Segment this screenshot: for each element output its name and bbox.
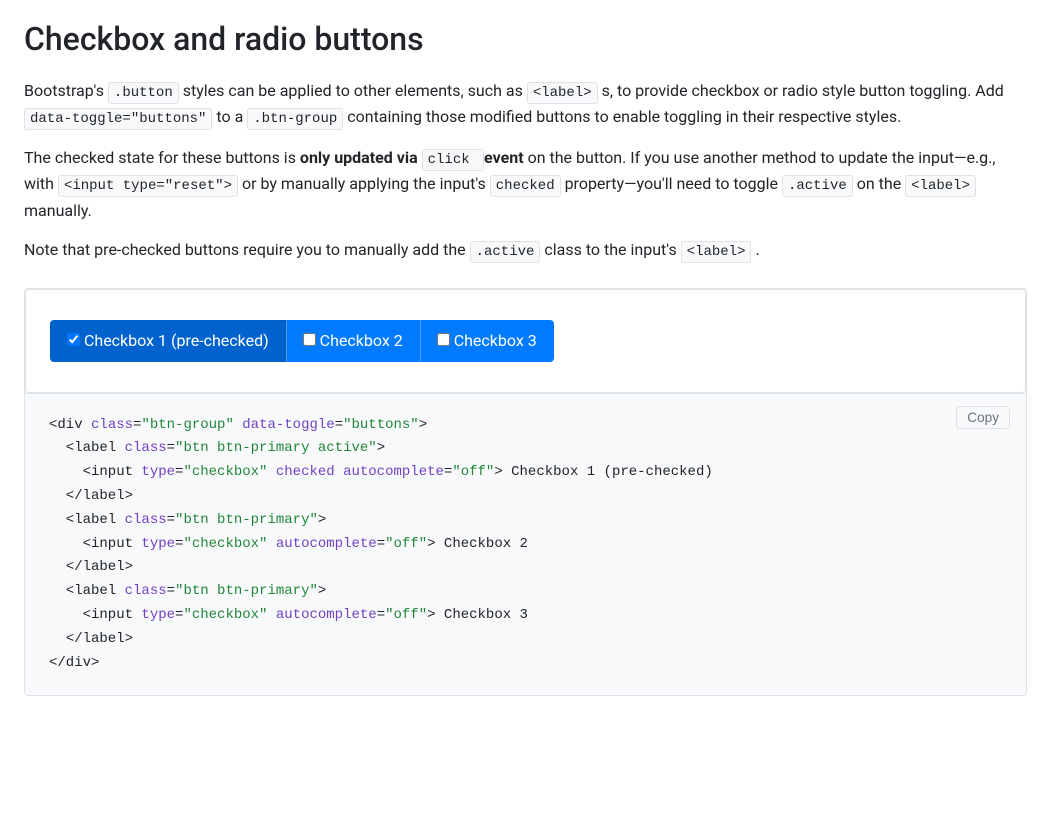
data-toggle-code: data-toggle="buttons" (24, 108, 212, 130)
click-code: click (422, 149, 484, 171)
p1-bootstrap: Bootstrap's (24, 81, 104, 100)
p2-on-the: on the (857, 174, 905, 193)
p3-class: class to the input's (544, 240, 680, 259)
demo-box: Checkbox 1 (pre-checked) Checkbox 2 Chec… (25, 289, 1026, 393)
input-reset-code: <input type="reset"> (58, 175, 238, 197)
p2-or: or by manually applying the input's (242, 174, 490, 193)
p1-styles: styles can be applied to other elements,… (183, 81, 527, 100)
label-code-1: <label> (527, 82, 598, 104)
checkbox-3-input[interactable] (437, 333, 450, 346)
checkbox-3-text: Checkbox 3 (454, 331, 537, 350)
checkbox-1-input[interactable] (67, 333, 80, 346)
code-pre: <div class="btn-group" data-toggle="butt… (49, 414, 1002, 676)
page-title: Checkbox and radio buttons (24, 20, 1027, 58)
p1-end: containing those modified buttons to ena… (347, 107, 901, 126)
checkbox-3-label[interactable]: Checkbox 3 (420, 320, 554, 362)
copy-button[interactable]: Copy (956, 406, 1010, 429)
checkbox-btn-group: Checkbox 1 (pre-checked) Checkbox 2 Chec… (50, 320, 554, 362)
p1-s: s, to provide checkbox or radio style bu… (602, 81, 1004, 100)
checkbox-1-text: Checkbox 1 (pre-checked) (84, 331, 269, 350)
checkbox-2-text: Checkbox 2 (320, 331, 403, 350)
label-code-3: <label> (681, 241, 752, 263)
p1-to-a: to a (216, 107, 247, 126)
paragraph-1: Bootstrap's .button styles can be applie… (24, 78, 1027, 131)
paragraph-2: The checked state for these buttons is o… (24, 145, 1027, 223)
p2-start: The checked state for these buttons is (24, 148, 300, 167)
btn-group-code: .btn-group (247, 108, 343, 130)
p3-start: Note that pre-checked buttons require yo… (24, 240, 470, 259)
active-code-2: .active (470, 241, 541, 263)
p3-end: . (755, 240, 759, 259)
checked-code: checked (490, 175, 561, 197)
code-block: Copy <div class="btn-group" data-toggle=… (25, 393, 1026, 696)
checkbox-2-input[interactable] (303, 333, 316, 346)
button-code: .button (108, 82, 179, 104)
checkbox-2-label[interactable]: Checkbox 2 (286, 320, 420, 362)
p2-manually: manually. (24, 201, 92, 220)
demo-and-code-section: Checkbox 1 (pre-checked) Checkbox 2 Chec… (24, 288, 1027, 697)
p2-bold: only updated via (300, 148, 418, 167)
p2-event-bold: event (484, 148, 524, 167)
paragraph-3: Note that pre-checked buttons require yo… (24, 237, 1027, 263)
checkbox-1-label[interactable]: Checkbox 1 (pre-checked) (50, 320, 286, 362)
active-code-1: .active (782, 175, 853, 197)
p2-property: property—you'll need to toggle (565, 174, 782, 193)
label-code-2: <label> (905, 175, 976, 197)
